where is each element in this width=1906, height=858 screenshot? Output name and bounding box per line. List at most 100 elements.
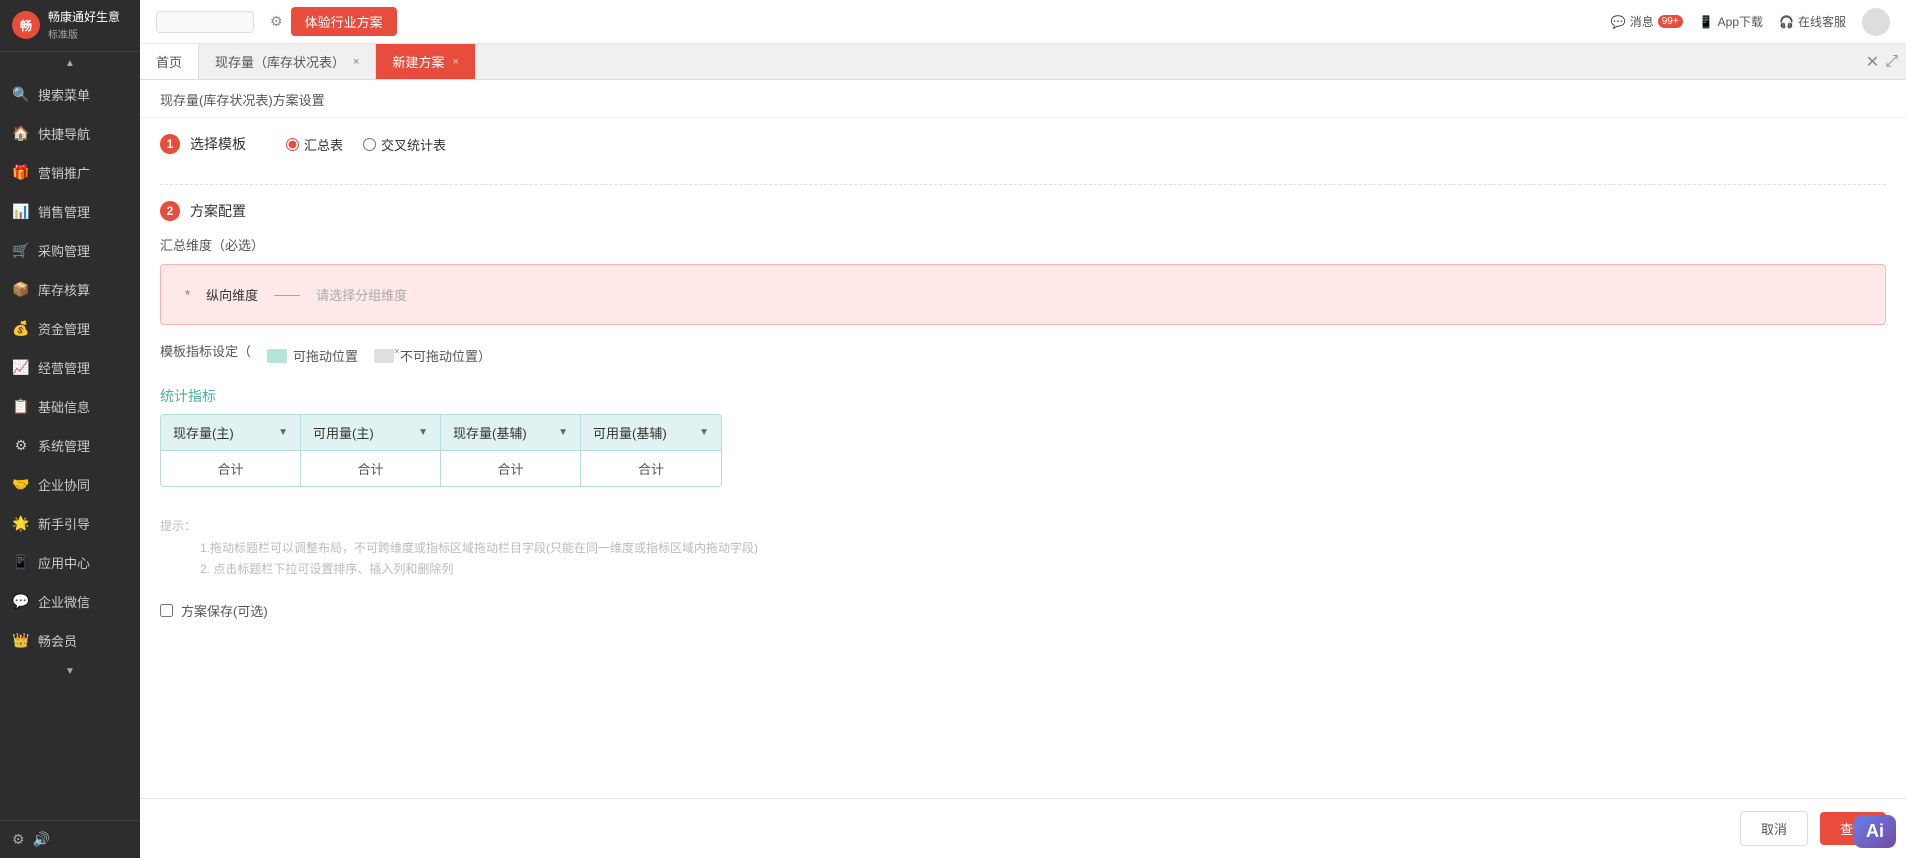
template-indicator-row: 模板指标设定（ 可拖动位置 不可拖动位置）: [160, 341, 1886, 370]
stats-data-0: 合计: [161, 450, 301, 486]
topbar-search-area[interactable]: [156, 11, 254, 33]
ai-badge[interactable]: Ai: [1854, 815, 1896, 848]
sidebar-item-purchase[interactable]: 🛒 采购管理: [0, 231, 140, 270]
stats-header-0[interactable]: 现存量(主) ▼: [161, 415, 301, 450]
sidebar-item-finance[interactable]: 💰 资金管理: [0, 309, 140, 348]
sidebar-item-marketing[interactable]: 🎁 营销推广: [0, 153, 140, 192]
dimension-dash: ——: [274, 287, 300, 302]
nondraggable-box: [374, 349, 394, 363]
app-download-icon: 📱: [1699, 15, 1714, 29]
sidebar-item-label: 快捷导航: [38, 124, 90, 143]
sidebar-item-label: 搜索菜单: [38, 85, 90, 104]
dimension-label: 纵向维度: [206, 285, 258, 304]
section2-header: 2 方案配置: [160, 185, 1886, 221]
tab-inventory-close[interactable]: ×: [353, 56, 359, 68]
topbar: ⚙ 体验行业方案 💬 消息 99+ 📱 App下载 🎧 在线客服: [140, 0, 1906, 44]
message-button[interactable]: 💬 消息 99+: [1611, 13, 1683, 30]
stats-header-2[interactable]: 现存量(基辅) ▼: [441, 415, 581, 450]
sidebar-item-label: 销售管理: [38, 202, 90, 221]
tip-1: 1.拖动标题栏可以调整布局，不可跨维度或指标区域拖动栏目字段(只能在同一维度或指…: [200, 538, 1886, 560]
dimension-title: 汇总维度（必选）: [160, 235, 1886, 254]
sidebar-item-label: 营销推广: [38, 163, 90, 182]
avatar[interactable]: [1862, 8, 1890, 36]
tab-expand-btn[interactable]: ⤢: [1885, 53, 1898, 71]
sidebar: 畅 畅康通好生意 标准版 ▲ 🔍 搜索菜单 🏠 快捷导航 🎁 营销推广 📊 销售…: [0, 0, 140, 858]
chevron-2: ▼: [558, 427, 568, 438]
sidebar-item-cooperation[interactable]: 🤝 企业协同: [0, 465, 140, 504]
tab-home[interactable]: 首页: [140, 44, 199, 79]
stats-header-3[interactable]: 可用量(基辅) ▼: [581, 415, 721, 450]
gear-icon: ⚙: [12, 436, 30, 454]
customer-service-label: 在线客服: [1798, 13, 1846, 30]
tab-new-scheme[interactable]: 新建方案 ×: [376, 44, 475, 79]
template-indicators-section: 模板指标设定（ 可拖动位置 不可拖动位置）: [140, 341, 1906, 386]
draggable-label: 可拖动位置: [293, 346, 358, 365]
tab-close-btn[interactable]: ✕: [1866, 52, 1879, 72]
app-edition: 标准版: [48, 26, 120, 41]
step2-badge: 2: [160, 201, 180, 221]
sidebar-item-search[interactable]: 🔍 搜索菜单: [0, 75, 140, 114]
topbar-right: 💬 消息 99+ 📱 App下载 🎧 在线客服: [1611, 8, 1890, 36]
sidebar-item-label: 采购管理: [38, 241, 90, 260]
sidebar-item-quick-nav[interactable]: 🏠 快捷导航: [0, 114, 140, 153]
cancel-button[interactable]: 取消: [1740, 811, 1808, 846]
sidebar-item-app-center[interactable]: 📱 应用中心: [0, 543, 140, 582]
sidebar-item-enterprise-wechat[interactable]: 💬 企业微信: [0, 582, 140, 621]
sidebar-item-management[interactable]: 📈 经营管理: [0, 348, 140, 387]
sidebar-item-member[interactable]: 👑 畅会员: [0, 621, 140, 660]
sidebar-item-basic-info[interactable]: 📋 基础信息: [0, 387, 140, 426]
radio-cross-input[interactable]: [363, 138, 376, 151]
save-section: 方案保存(可选): [140, 591, 1906, 630]
tabbar: 首页 现存量（库存状况表） × 新建方案 × ✕ ⤢: [140, 44, 1906, 80]
step1-label: 选择模板: [190, 134, 246, 154]
save-checkbox[interactable]: [160, 604, 173, 617]
settings-icon[interactable]: ⚙: [270, 13, 283, 30]
dimension-area: * 纵向维度 —— 请选择分组维度: [160, 264, 1886, 325]
sidebar-item-inventory[interactable]: 📦 库存核算: [0, 270, 140, 309]
section-choose-template: 1 选择模板 汇总表 交叉统计表: [140, 118, 1906, 184]
settings-bottom-icon[interactable]: ⚙: [12, 831, 25, 848]
sidebar-item-system[interactable]: ⚙ 系统管理: [0, 426, 140, 465]
sidebar-item-sales[interactable]: 📊 销售管理: [0, 192, 140, 231]
headset-icon: 🎧: [1779, 15, 1794, 29]
trial-button[interactable]: 体验行业方案: [291, 7, 397, 36]
chevron-1: ▼: [418, 427, 428, 438]
scroll-up-arrow[interactable]: ▲: [63, 56, 77, 71]
tab-inventory[interactable]: 现存量（库存状况表） ×: [199, 44, 376, 79]
radio-cross[interactable]: 交叉统计表: [363, 135, 446, 154]
tip-prefix: 提示：: [160, 516, 1886, 538]
radio-summary[interactable]: 汇总表: [286, 135, 343, 154]
crown-icon: 👑: [12, 631, 30, 649]
scroll-down[interactable]: ▼: [0, 660, 140, 683]
star-icon: 🌟: [12, 514, 30, 532]
search-icon: 🔍: [12, 85, 30, 103]
tip-2: 2. 点击标题栏下拉可设置排序、插入列和删除列: [200, 559, 1886, 581]
tab-new-scheme-close[interactable]: ×: [452, 56, 458, 68]
box-icon: 📦: [12, 280, 30, 298]
template-label: 模板指标设定（: [160, 341, 251, 360]
content: 现存量(库存状况表)方案设置 1 选择模板 汇总表 交叉统计表: [140, 80, 1906, 858]
stats-header-1[interactable]: 可用量(主) ▼: [301, 415, 441, 450]
radio-summary-input[interactable]: [286, 138, 299, 151]
sidebar-bottom: ⚙ 🔊: [0, 820, 140, 858]
home-icon: 🏠: [12, 124, 30, 142]
search-input[interactable]: [165, 15, 245, 29]
message-label: 消息: [1630, 13, 1654, 30]
scroll-up[interactable]: ▲: [0, 52, 140, 75]
stats-data-1: 合计: [301, 450, 441, 486]
main-area: ⚙ 体验行业方案 💬 消息 99+ 📱 App下载 🎧 在线客服 首页: [140, 0, 1906, 858]
scroll-down-arrow[interactable]: ▼: [63, 664, 77, 679]
app-download-button[interactable]: 📱 App下载: [1699, 13, 1763, 30]
dimension-placeholder[interactable]: 请选择分组维度: [316, 285, 407, 304]
stats-data-3: 合计: [581, 450, 721, 486]
nondraggable-label: 不可拖动位置）: [400, 346, 491, 365]
handshake-icon: 🤝: [12, 475, 30, 493]
customer-service-button[interactable]: 🎧 在线客服: [1779, 13, 1846, 30]
radio-cross-label: 交叉统计表: [381, 135, 446, 154]
sidebar-item-new-guide[interactable]: 🌟 新手引导: [0, 504, 140, 543]
app-name: 畅康通好生意: [48, 10, 120, 26]
volume-icon[interactable]: 🔊: [33, 831, 50, 848]
sidebar-item-label: 企业微信: [38, 592, 90, 611]
gift-icon: 🎁: [12, 163, 30, 181]
app-download-label: App下载: [1718, 13, 1763, 30]
